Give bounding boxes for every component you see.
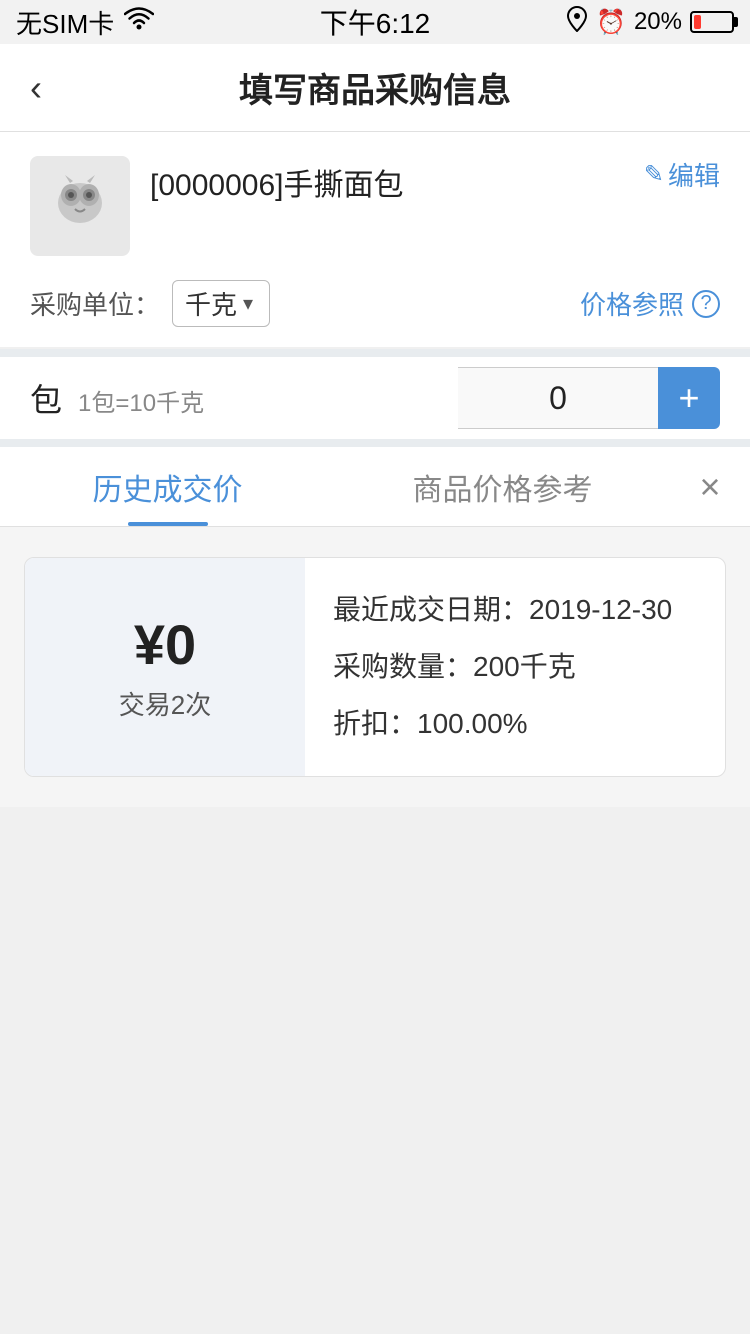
qty-plus-button[interactable]: + xyxy=(658,367,720,429)
tab-reference-label: 商品价格参考 xyxy=(413,465,593,509)
back-button[interactable]: ‹ xyxy=(0,67,72,109)
price-amount: ¥0 xyxy=(134,612,196,677)
page-title: 填写商品采购信息 xyxy=(239,63,511,112)
last-deal-date-row: 最近成交日期：2019-12-30 xyxy=(333,590,697,629)
purchase-qty-label: 采购数量： xyxy=(333,651,473,682)
purchase-qty-row: 采购数量：200千克 xyxy=(333,647,697,686)
product-top: [0000006]手撕面包 ✎ 编辑 xyxy=(30,156,720,256)
edit-label: 编辑 xyxy=(668,156,720,193)
purchase-qty-value: 200千克 xyxy=(473,651,576,682)
price-card-right: 最近成交日期：2019-12-30 采购数量：200千克 折扣：100.00% xyxy=(305,558,725,776)
price-trades: 交易2次 xyxy=(119,685,211,722)
discount-row: 折扣：100.00% xyxy=(333,704,697,743)
discount-label: 折扣： xyxy=(333,708,417,739)
status-bar: 无SIM卡 下午6:12 ⏰ 20% xyxy=(0,0,750,44)
edit-icon: ✎ xyxy=(644,160,664,189)
product-section: [0000006]手撕面包 ✎ 编辑 采购单位： 千克 ▾ 价格参照 ? xyxy=(0,132,750,347)
tab-bar: 历史成交价 商品价格参考 × xyxy=(0,447,750,527)
unit-value: 千克 xyxy=(185,285,237,322)
price-card-left: ¥0 交易2次 xyxy=(25,558,305,776)
tab-product-reference[interactable]: 商品价格参考 xyxy=(335,447,670,526)
product-thumbnail xyxy=(30,156,130,256)
wifi-icon xyxy=(124,7,154,38)
alarm-icon: ⏰ xyxy=(596,8,626,37)
product-left: [0000006]手撕面包 xyxy=(30,156,403,256)
location-icon xyxy=(566,6,588,39)
info-icon: ? xyxy=(692,290,720,318)
tab-active-indicator xyxy=(128,522,208,526)
nav-bar: ‹ 填写商品采购信息 xyxy=(0,44,750,132)
battery-icon xyxy=(690,11,734,33)
product-name: [0000006]手撕面包 xyxy=(150,156,403,204)
last-deal-date-label: 最近成交日期： xyxy=(333,594,529,625)
purchase-unit-row: 采购单位： 千克 ▾ 价格参照 ? xyxy=(30,280,720,327)
tab-history-price[interactable]: 历史成交价 xyxy=(0,447,335,526)
quantity-section: 包 1包=10千克 0 + xyxy=(0,349,750,439)
status-time: 下午6:12 xyxy=(320,2,431,42)
tab-history-label: 历史成交价 xyxy=(93,465,243,509)
qty-label: 包 1包=10千克 xyxy=(30,375,204,421)
quantity-input[interactable]: 0 xyxy=(458,367,658,429)
battery-percent: 20% xyxy=(634,8,682,36)
unit-label: 采购单位： xyxy=(30,285,160,322)
carrier-label: 无SIM卡 xyxy=(16,4,114,41)
tab-close-button[interactable]: × xyxy=(670,447,750,527)
status-left: 无SIM卡 xyxy=(16,4,154,41)
qty-conversion-label: 1包=10千克 xyxy=(78,383,204,418)
edit-button[interactable]: ✎ 编辑 xyxy=(644,156,720,193)
qty-unit-label: 包 xyxy=(30,375,62,421)
unit-left: 采购单位： 千克 ▾ xyxy=(30,280,270,327)
discount-value: 100.00% xyxy=(417,708,528,739)
product-owl-icon xyxy=(45,165,115,247)
unit-dropdown[interactable]: 千克 ▾ xyxy=(172,280,270,327)
price-reference-button[interactable]: 价格参照 ? xyxy=(580,285,720,322)
last-deal-date-value: 2019-12-30 xyxy=(529,594,672,625)
section-divider xyxy=(0,439,750,447)
price-card: ¥0 交易2次 最近成交日期：2019-12-30 采购数量：200千克 折扣：… xyxy=(24,557,726,777)
price-ref-label: 价格参照 xyxy=(580,285,684,322)
qty-input-group: 0 + xyxy=(458,367,720,429)
dropdown-arrow-icon: ▾ xyxy=(243,291,253,316)
status-right: ⏰ 20% xyxy=(566,6,734,39)
price-content: ¥0 交易2次 最近成交日期：2019-12-30 采购数量：200千克 折扣：… xyxy=(0,527,750,807)
